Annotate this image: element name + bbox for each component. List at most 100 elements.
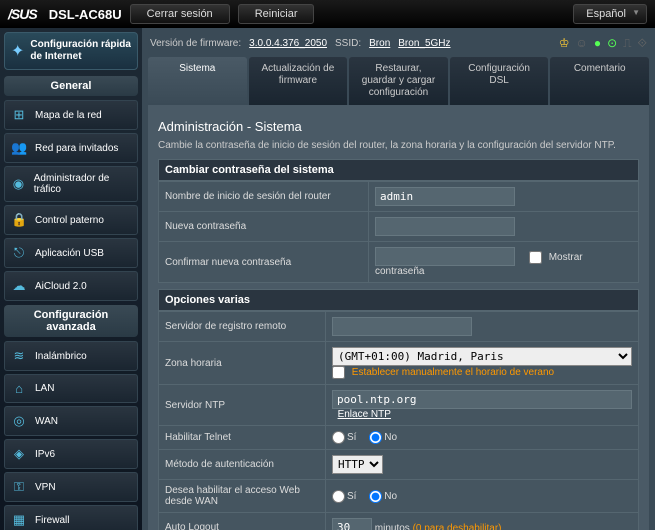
sidebar-item-traffic[interactable]: ◉Administrador de tráfico	[4, 166, 138, 202]
newpw-label: Nueva contraseña	[159, 212, 369, 242]
info-bar: Versión de firmware: 3.0.0.4.376_2050 SS…	[148, 32, 649, 55]
sidebar-item-aicloud[interactable]: ☁ AiCloud 2.0	[4, 271, 138, 301]
misc-table: Servidor de registro remoto Zona horaria…	[158, 311, 639, 530]
telnet-yes[interactable]	[332, 431, 345, 444]
tz-select[interactable]: (GMT+01:00) Madrid, Paris	[332, 347, 632, 366]
sidebar-item-usb[interactable]: ⎋ Aplicación USB	[4, 238, 138, 268]
autologout-input[interactable]	[332, 518, 372, 530]
quick-setup-label: Configuración rápida de Internet	[30, 39, 131, 63]
trophy-icon[interactable]: ♔	[559, 36, 570, 51]
topbar: /SUS DSL-AC68U Cerrar sesión Reiniciar E…	[0, 0, 655, 28]
sidebar-item-lan[interactable]: ⌂ LAN	[4, 374, 138, 403]
sidebar-item-label: LAN	[35, 383, 54, 394]
panel: Administración - Sistema Cambie la contr…	[148, 105, 649, 530]
main-content: Versión de firmware: 3.0.0.4.376_2050 SS…	[142, 28, 655, 530]
auth-select[interactable]: HTTP	[332, 455, 383, 474]
person-icon[interactable]: ☺	[576, 36, 588, 51]
language-select[interactable]: Español	[573, 4, 647, 24]
reboot-button[interactable]: Reiniciar	[238, 4, 315, 24]
sidebar-item-label: Mapa de la red	[35, 110, 102, 121]
logout-button[interactable]: Cerrar sesión	[130, 4, 230, 24]
ssid-1[interactable]: Bron	[369, 38, 390, 49]
ssid-label: SSID:	[335, 38, 361, 49]
confirmpw-label: Confirmar nueva contraseña	[159, 242, 369, 283]
fw-label: Versión de firmware:	[150, 38, 241, 49]
section-password-header: Cambiar contraseña del sistema	[158, 159, 639, 181]
quick-setup-button[interactable]: ✦ Configuración rápida de Internet	[4, 32, 138, 70]
globe-icon: ⊞	[11, 107, 27, 123]
auth-label: Método de autenticación	[159, 450, 326, 480]
section-misc-header: Opciones varias	[158, 289, 639, 311]
link-status-icon[interactable]: ⟐	[638, 36, 647, 51]
wifi-status-icon[interactable]: ⊙	[607, 36, 617, 51]
firewall-icon: ▦	[11, 512, 27, 528]
globe-icon: ◎	[11, 413, 27, 429]
status-icons: ♔ ☺ ● ⊙ ⎍ ⟐	[559, 36, 647, 51]
sidebar-item-vpn[interactable]: ⚿ VPN	[4, 472, 138, 502]
ssid-2[interactable]: Bron_5GHz	[398, 38, 450, 49]
autologout-unit: minutos	[375, 523, 410, 530]
password-table: Nombre de inicio de sesión del router Nu…	[158, 181, 639, 283]
fw-version-link[interactable]: 3.0.0.4.376_2050	[249, 38, 327, 49]
autologout-note: (0 para deshabilitar)	[413, 523, 502, 530]
brand-logo: /SUS	[8, 6, 37, 22]
tab-dsl[interactable]: Configuración DSL	[450, 57, 549, 105]
sidebar-item-label: WAN	[35, 416, 58, 427]
vpn-icon: ⚿	[11, 479, 27, 495]
login-label: Nombre de inicio de sesión del router	[159, 182, 369, 212]
sidebar-item-firewall[interactable]: ▦Firewall	[4, 505, 138, 530]
wan-yes[interactable]	[332, 490, 345, 503]
lock-icon: 🔒	[11, 212, 27, 228]
users-icon: 👥	[11, 140, 27, 156]
home-icon: ⌂	[11, 381, 27, 396]
cloud-icon: ☁	[11, 278, 27, 294]
confirmpw-input[interactable]	[375, 247, 515, 266]
tab-feedback[interactable]: Comentario	[550, 57, 649, 105]
remotelog-input[interactable]	[332, 317, 472, 336]
sidebar-item-parental[interactable]: 🔒 Control paterno	[4, 205, 138, 235]
usb-status-icon[interactable]: ⎍	[623, 36, 631, 51]
sidebar-item-label: AiCloud 2.0	[35, 281, 87, 292]
sidebar-item-label: VPN	[35, 482, 56, 493]
dst-checkbox[interactable]	[332, 366, 345, 379]
sidebar-item-label: Inalámbrico	[35, 351, 87, 362]
ipv6-icon: ◈	[11, 446, 27, 462]
telnet-label: Habilitar Telnet	[159, 426, 326, 450]
autologout-label: Auto Logout	[159, 513, 326, 530]
model-name: DSL-AC68U	[49, 7, 122, 22]
tab-bar: Sistema Actualización de firmware Restau…	[148, 57, 649, 105]
sidebar-item-label: Control paterno	[35, 215, 104, 226]
wifi-icon: ≋	[11, 348, 27, 364]
ntp-input[interactable]	[332, 390, 632, 409]
sidebar-item-ipv6[interactable]: ◈ IPv6	[4, 439, 138, 469]
dsl-status-icon[interactable]: ●	[594, 36, 601, 51]
wand-icon: ✦	[11, 41, 24, 61]
login-input[interactable]	[375, 187, 515, 206]
sidebar-item-guest[interactable]: 👥Red para invitados	[4, 133, 138, 163]
sidebar: ✦ Configuración rápida de Internet Gener…	[0, 28, 142, 530]
showpw-checkbox[interactable]	[529, 251, 542, 264]
tab-restore[interactable]: Restaurar, guardar y cargar configuració…	[349, 57, 448, 105]
newpw-input[interactable]	[375, 217, 515, 236]
sidebar-item-label: IPv6	[35, 449, 55, 460]
tab-system[interactable]: Sistema	[148, 57, 247, 105]
remotelog-label: Servidor de registro remoto	[159, 312, 326, 342]
usb-icon: ⎋	[11, 245, 27, 261]
dst-label: Establecer manualmente el horario de ver…	[352, 367, 554, 378]
sidebar-item-label: Aplicación USB	[35, 248, 104, 259]
tab-firmware[interactable]: Actualización de firmware	[249, 57, 348, 105]
section-general: General	[4, 76, 138, 96]
page-title: Administración - Sistema	[158, 119, 639, 134]
sidebar-item-label: Administrador de tráfico	[34, 173, 131, 195]
telnet-no[interactable]	[369, 431, 382, 444]
ntp-link[interactable]: Enlace NTP	[338, 409, 391, 420]
wanaccess-label: Desea habilitar el acceso Web desde WAN	[159, 480, 326, 513]
section-advanced: Configuración avanzada	[4, 305, 138, 337]
ntp-label: Servidor NTP	[159, 385, 326, 426]
sidebar-item-wan[interactable]: ◎ WAN	[4, 406, 138, 436]
tz-label: Zona horaria	[159, 342, 326, 385]
page-desc: Cambie la contraseña de inicio de sesión…	[158, 140, 639, 151]
sidebar-item-wireless[interactable]: ≋ Inalámbrico	[4, 341, 138, 371]
wan-no[interactable]	[369, 490, 382, 503]
sidebar-item-network-map[interactable]: ⊞ Mapa de la red	[4, 100, 138, 130]
